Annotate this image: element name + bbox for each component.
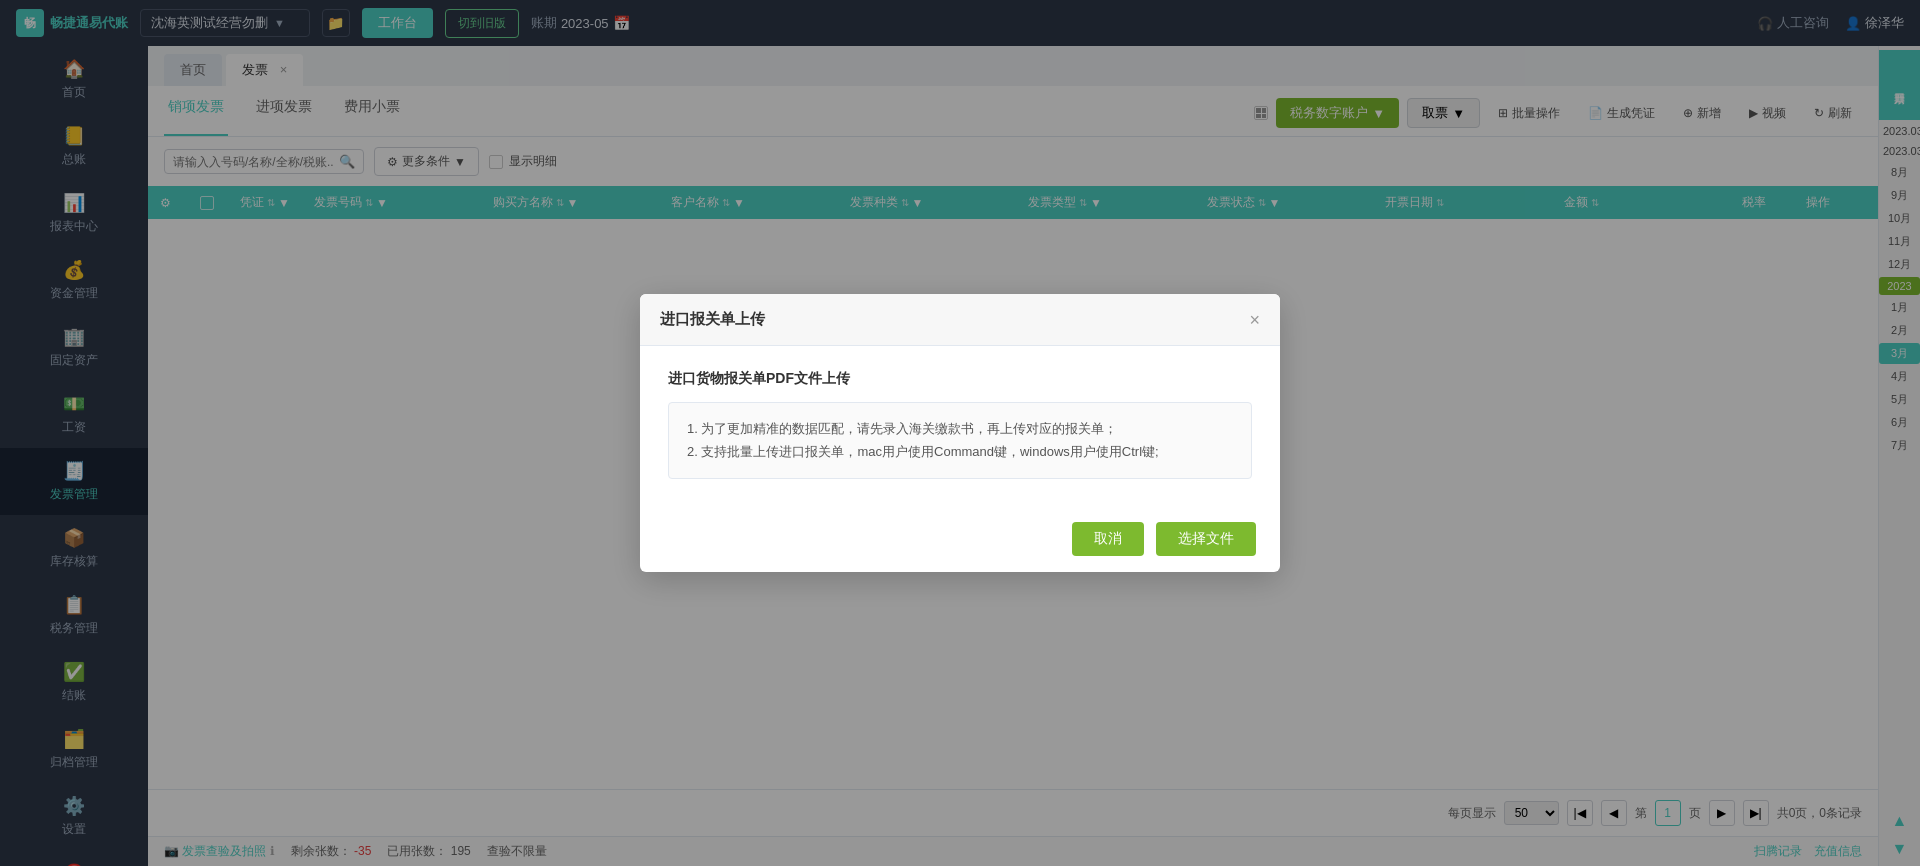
modal-confirm-button[interactable]: 选择文件 bbox=[1156, 522, 1256, 556]
modal-overlay: 进口报关单上传 × 进口货物报关单PDF文件上传 1. 为了更加精准的数据匹配，… bbox=[0, 0, 1920, 866]
modal-footer: 取消 选择文件 bbox=[640, 506, 1280, 572]
modal-body: 进口货物报关单PDF文件上传 1. 为了更加精准的数据匹配，请先录入海关缴款书，… bbox=[640, 346, 1280, 506]
modal-title: 进口报关单上传 bbox=[660, 310, 765, 329]
modal-info-line-2: 2. 支持批量上传进口报关单，mac用户使用Command键，windows用户… bbox=[687, 440, 1233, 463]
modal-info-box: 1. 为了更加精准的数据匹配，请先录入海关缴款书，再上传对应的报关单； 2. 支… bbox=[668, 402, 1252, 479]
modal-section-title: 进口货物报关单PDF文件上传 bbox=[668, 370, 1252, 388]
modal-header: 进口报关单上传 × bbox=[640, 294, 1280, 346]
modal: 进口报关单上传 × 进口货物报关单PDF文件上传 1. 为了更加精准的数据匹配，… bbox=[640, 294, 1280, 572]
modal-cancel-button[interactable]: 取消 bbox=[1072, 522, 1144, 556]
modal-info-line-1: 1. 为了更加精准的数据匹配，请先录入海关缴款书，再上传对应的报关单； bbox=[687, 417, 1233, 440]
modal-close-button[interactable]: × bbox=[1249, 311, 1260, 329]
